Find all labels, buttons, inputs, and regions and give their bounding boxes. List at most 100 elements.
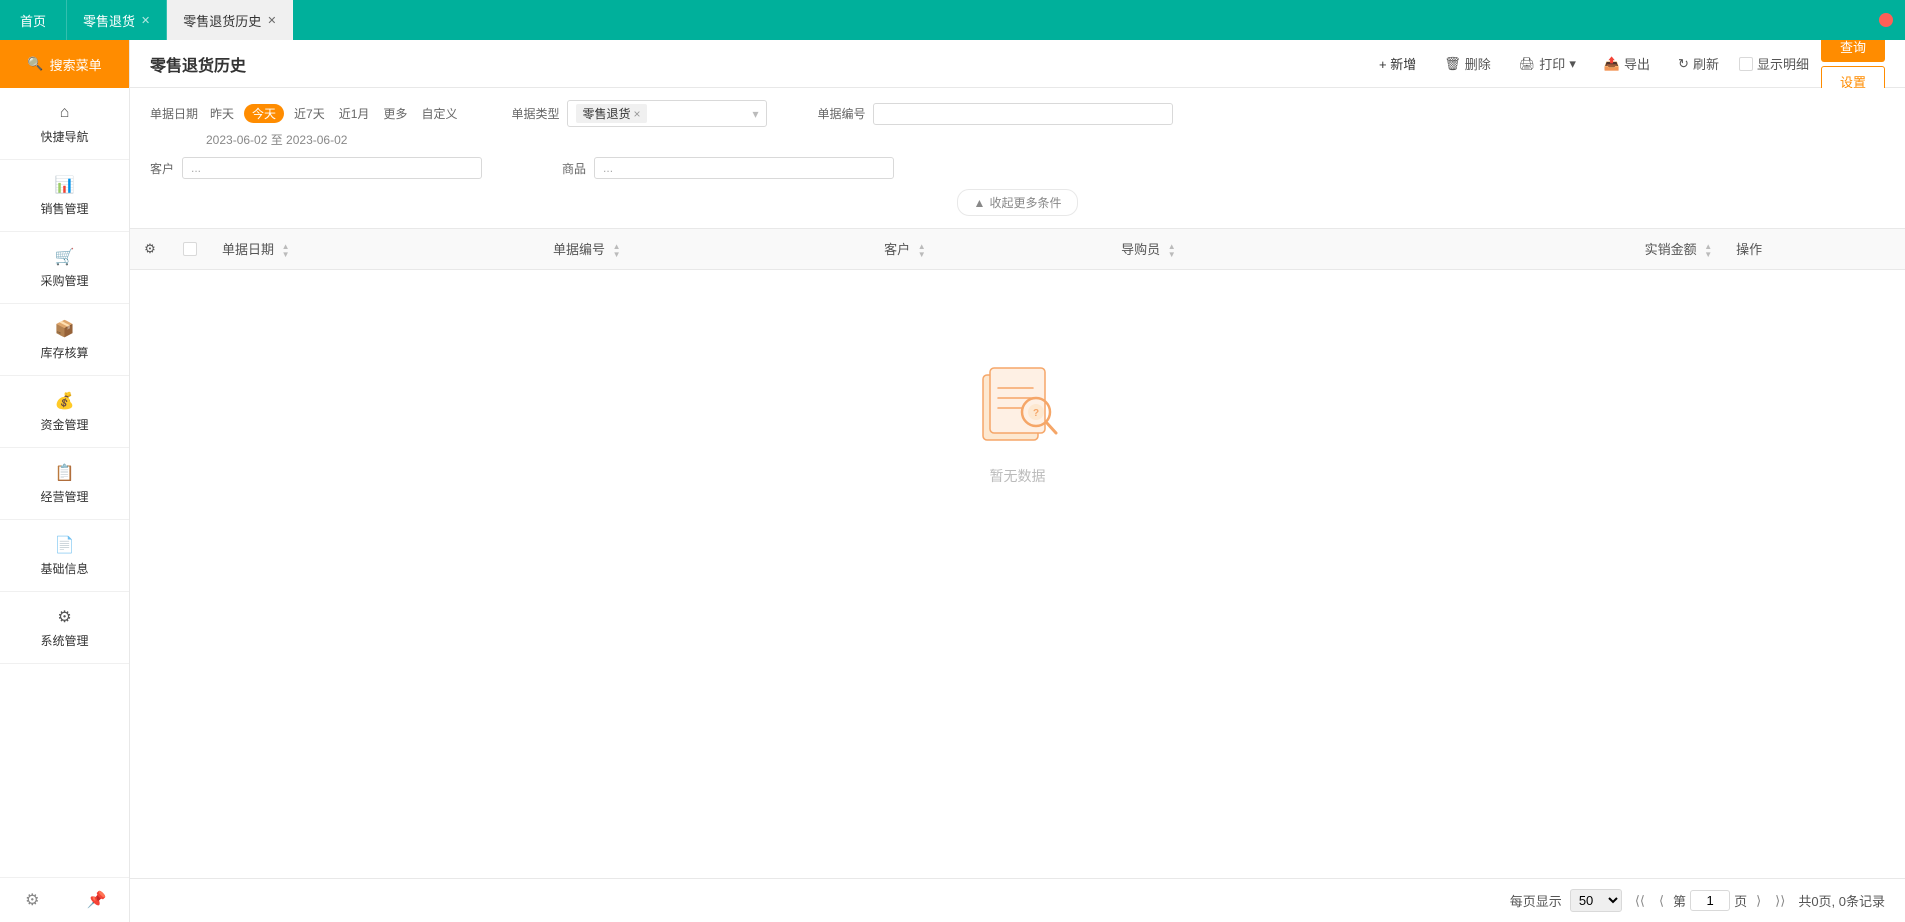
first-page-button[interactable]: ⟨⟨ — [1630, 891, 1650, 911]
total-info: 共0页, 0条记录 — [1798, 891, 1885, 910]
empty-illustration: ? — [968, 350, 1068, 450]
last-page-button[interactable]: ⟩⟩ — [1770, 891, 1790, 911]
sidebar-item-sales-mgmt[interactable]: 📊 销售管理 — [0, 160, 129, 232]
print-arrow-icon: ▾ — [1569, 56, 1576, 72]
col-customer[interactable]: 客户 ▲▼ — [872, 229, 1109, 269]
customer-select[interactable]: ... — [182, 157, 482, 179]
sort-icon-no: ▲▼ — [613, 243, 621, 259]
sidebar-item-finance[interactable]: 💰 资金管理 — [0, 376, 129, 448]
tab-retail-return-history[interactable]: 零售退货历史 ✕ — [167, 0, 293, 40]
customer-label: 客户 — [150, 160, 174, 177]
col-guide[interactable]: 导购员 ▲▼ — [1109, 229, 1393, 269]
operations-icon: 📋 — [54, 462, 76, 484]
per-page-label: 每页显示 — [1510, 891, 1562, 910]
prev-page-button[interactable]: ⟨ — [1654, 891, 1669, 911]
sidebar-item-basic-info[interactable]: 📄 基础信息 — [0, 520, 129, 592]
customer-filter: 客户 ... — [150, 157, 482, 179]
date-btn-more[interactable]: 更多 — [379, 104, 411, 123]
table-area: ⚙ 单据日期 ▲▼ 单据编号 ▲▼ 客户 — [130, 229, 1905, 878]
system-mgmt-icon: ⚙ — [54, 606, 76, 628]
filter-row-1: 单据日期 昨天 今天 近7天 近1月 更多 自定义 单据类型 — [150, 100, 1885, 127]
empty-state: ? 暂无数据 — [130, 270, 1905, 566]
top-nav: 首页 零售退货 ✕ 零售退货历史 ✕ — [0, 0, 1905, 40]
delete-button[interactable]: 🗑 删除 — [1436, 50, 1499, 77]
date-filter: 单据日期 昨天 今天 近7天 近1月 更多 自定义 — [150, 104, 461, 123]
sidebar-pin-button[interactable]: 📌 — [65, 878, 130, 922]
doc-type-label: 单据类型 — [511, 105, 559, 122]
per-page-select[interactable]: 50 100 200 — [1570, 889, 1622, 912]
new-button[interactable]: + 新增 — [1371, 50, 1424, 77]
export-icon: 📤 — [1604, 56, 1620, 72]
date-range-display: 2023-06-02 至 2023-06-02 — [206, 133, 347, 147]
quick-nav-icon: ⌂ — [54, 102, 76, 124]
date-btn-custom[interactable]: 自定义 — [417, 104, 461, 123]
page-nav: ⟨⟨ ⟨ 第 页 ⟩ ⟩⟩ — [1630, 890, 1791, 911]
sidebar-item-purchase-mgmt[interactable]: 🛒 采购管理 — [0, 232, 129, 304]
query-button[interactable]: 查询 — [1821, 40, 1885, 62]
col-check[interactable] — [170, 229, 210, 269]
doc-type-filter: 单据类型 零售退货 × ▾ — [511, 100, 767, 127]
sidebar-item-operations[interactable]: 📋 经营管理 — [0, 448, 129, 520]
doc-type-tag: 零售退货 × — [576, 104, 646, 123]
collapse-button[interactable]: ▲ 收起更多条件 — [957, 189, 1079, 216]
col-amount[interactable]: 实销金额 ▲▼ — [1393, 229, 1724, 269]
sidebar-settings-button[interactable]: ⚙ — [0, 878, 65, 922]
doc-type-arrow-icon: ▾ — [752, 107, 758, 121]
next-page-button[interactable]: ⟩ — [1751, 891, 1766, 911]
sort-icon-customer: ▲▼ — [918, 243, 926, 259]
content-area: 零售退货历史 + 新增 🗑 删除 🖨 打印 ▾ 📤 导出 — [130, 40, 1905, 922]
doc-type-select[interactable]: 零售退货 × ▾ — [567, 100, 767, 127]
close-tab-1-icon[interactable]: ✕ — [267, 14, 276, 27]
filter-area: 单据日期 昨天 今天 近7天 近1月 更多 自定义 单据类型 — [130, 88, 1905, 229]
export-button[interactable]: 📤 导出 — [1596, 50, 1658, 77]
purchase-icon: 🛒 — [54, 246, 76, 268]
goods-select[interactable]: ... — [594, 157, 894, 179]
pagination: 每页显示 50 100 200 ⟨⟨ ⟨ 第 页 ⟩ ⟩⟩ 共0页, 0条记录 — [130, 878, 1905, 922]
refresh-button[interactable]: ↻ 刷新 — [1670, 50, 1727, 77]
date-btn-today[interactable]: 今天 — [244, 104, 284, 123]
collapse-icon: ▲ — [974, 196, 986, 210]
doc-type-remove[interactable]: × — [633, 107, 640, 121]
basic-info-icon: 📄 — [54, 534, 76, 556]
goods-label: 商品 — [562, 160, 586, 177]
page-input[interactable] — [1690, 890, 1730, 911]
sort-icon-date: ▲▼ — [282, 243, 290, 259]
doc-no-filter: 单据编号 — [817, 103, 1173, 125]
inventory-icon: 📦 — [54, 318, 76, 340]
sidebar-item-system-mgmt[interactable]: ⚙ 系统管理 — [0, 592, 129, 664]
close-tab-0-icon[interactable]: ✕ — [141, 14, 150, 27]
sidebar-search[interactable]: 🔍 搜索菜单 — [0, 40, 129, 88]
home-tab[interactable]: 首页 — [0, 0, 67, 40]
date-btn-1month[interactable]: 近1月 — [335, 104, 374, 123]
filter-row-2: 客户 ... 商品 ... — [150, 157, 1885, 179]
show-detail-checkbox[interactable] — [1739, 57, 1753, 71]
doc-no-input[interactable] — [873, 103, 1173, 125]
svg-text:?: ? — [1033, 408, 1039, 419]
sales-icon: 📊 — [54, 174, 76, 196]
sidebar: 🔍 搜索菜单 ⌂ 快捷导航 📊 销售管理 🛒 采购管理 📦 库存核算 💰 资金管… — [0, 40, 130, 922]
show-detail-toggle[interactable]: 显示明细 — [1739, 54, 1809, 73]
sidebar-item-inventory[interactable]: 📦 库存核算 — [0, 304, 129, 376]
col-doc-date[interactable]: 单据日期 ▲▼ — [210, 229, 541, 269]
sidebar-item-quick-nav[interactable]: ⌂ 快捷导航 — [0, 88, 129, 160]
tab-retail-return[interactable]: 零售退货 ✕ — [67, 0, 167, 40]
print-icon: 🖨 — [1519, 56, 1536, 72]
date-filter-options: 昨天 今天 近7天 近1月 更多 自定义 — [206, 104, 461, 123]
refresh-icon: ↻ — [1678, 56, 1689, 72]
doc-no-label: 单据编号 — [817, 105, 865, 122]
print-button[interactable]: 🖨 打印 ▾ — [1511, 50, 1584, 77]
date-btn-7days[interactable]: 近7天 — [290, 104, 329, 123]
window-controls — [1879, 13, 1905, 27]
col-doc-no[interactable]: 单据编号 ▲▼ — [541, 229, 872, 269]
goods-filter: 商品 ... — [562, 157, 894, 179]
page-title: 零售退货历史 — [150, 52, 246, 76]
sort-icon-amount: ▲▼ — [1704, 243, 1712, 259]
page-header: 零售退货历史 + 新增 🗑 删除 🖨 打印 ▾ 📤 导出 — [130, 40, 1905, 88]
search-icon: 🔍 — [27, 56, 43, 72]
sidebar-footer: ⚙ 📌 — [0, 877, 129, 922]
date-label: 单据日期 — [150, 105, 198, 122]
date-btn-yesterday[interactable]: 昨天 — [206, 104, 238, 123]
page-suffix: 页 — [1734, 891, 1747, 910]
col-setting[interactable]: ⚙ — [130, 229, 170, 269]
close-window-button[interactable] — [1879, 13, 1893, 27]
